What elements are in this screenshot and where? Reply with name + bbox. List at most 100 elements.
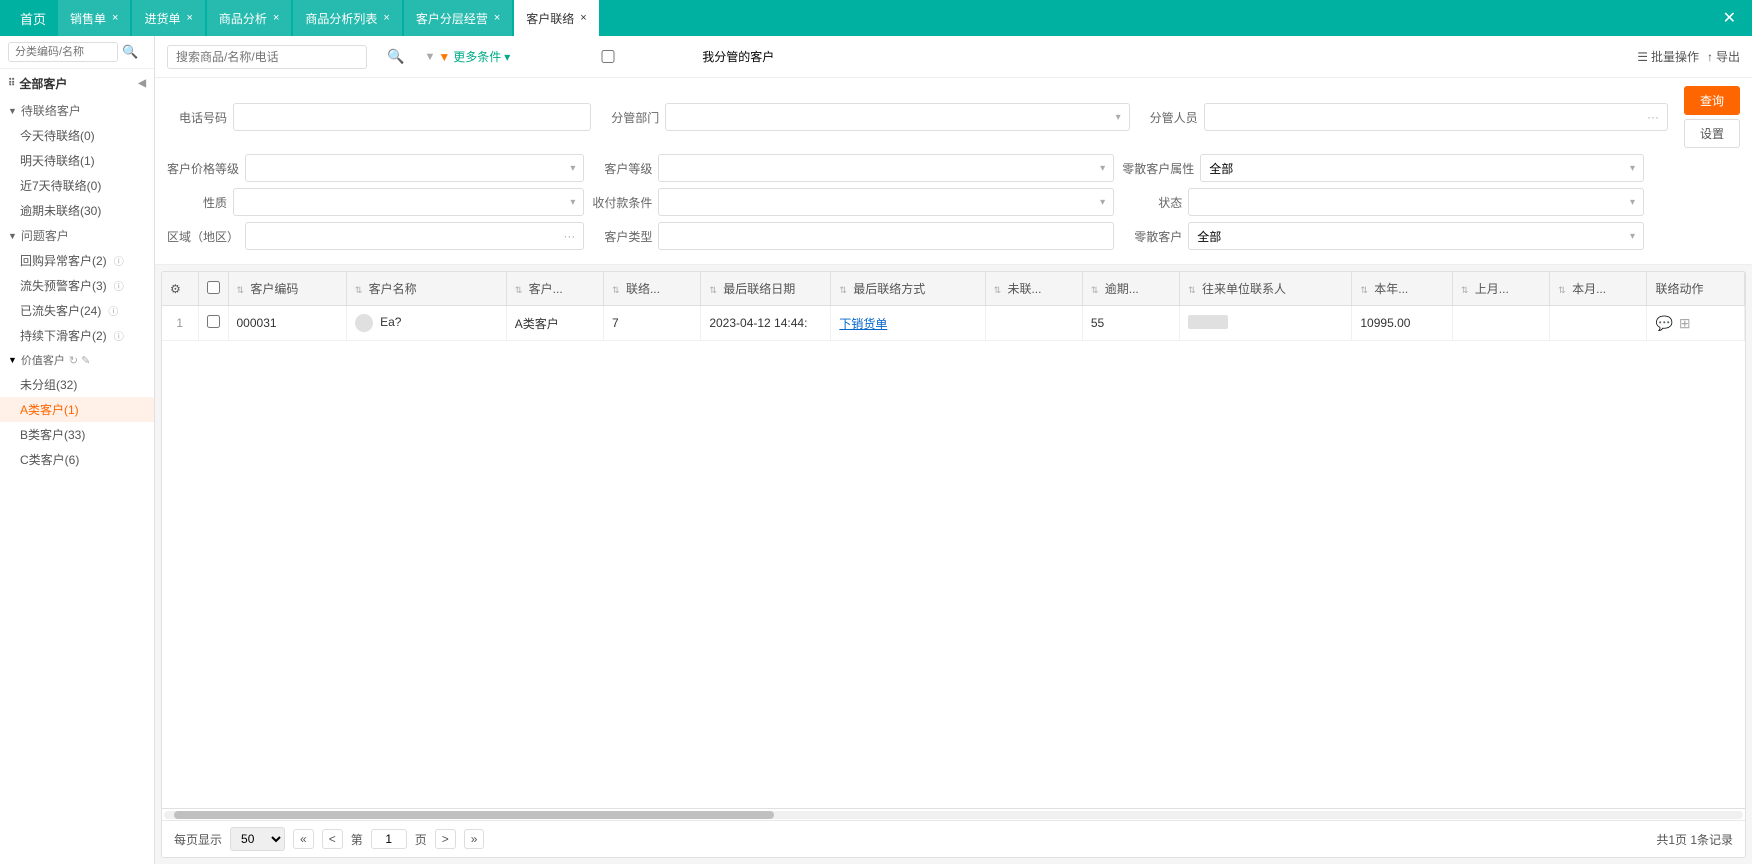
first-page-button[interactable]: « [293,829,314,849]
col-this-year[interactable]: ⇅ 本年... [1352,272,1453,306]
sidebar-item-tomorrow-pending[interactable]: 明天待联络(1) [0,148,154,173]
close-icon[interactable]: × [494,12,500,24]
select-all-checkbox[interactable] [207,281,220,294]
close-icon[interactable]: × [273,12,279,24]
edit-icon[interactable]: ✎ [81,354,90,367]
tab-sales-order[interactable]: 销售单 × [58,0,130,36]
retail-customer-input[interactable]: 全部 ▾ [1188,222,1644,250]
tab-product-analysis-list[interactable]: 商品分析列表 × [293,0,401,36]
horizontal-scrollbar[interactable] [162,808,1745,820]
ellipsis-icon: ··· [1647,110,1659,124]
home-tab[interactable]: 首页 [8,0,58,36]
sidebar-item-class-a[interactable]: A类客户(1) [0,397,154,422]
problem-customers-group[interactable]: ▼ 问题客户 [0,223,154,248]
col-code[interactable]: ⇅ 客户编码 [228,272,346,306]
my-customers-checkbox[interactable] [518,50,698,63]
close-icon[interactable]: × [383,12,389,24]
row-checkbox[interactable] [207,315,220,328]
customer-name-cell[interactable]: Ea? [346,306,506,341]
all-customers-header[interactable]: ⠿ 全部客户 ◀ [0,69,154,98]
message-icon[interactable]: 💬 [1655,315,1672,332]
last-contact-method-link[interactable]: 下销货单 [839,317,887,331]
sidebar-item-churn-warning[interactable]: 流失预警客户(3) ⓘ [0,273,154,298]
close-window-button[interactable]: ✕ [1715,8,1744,28]
col-contact-person[interactable]: ⇅ 往来单位联系人 [1180,272,1352,306]
dept-input[interactable]: ▾ [665,103,1129,131]
tab-customer-contact[interactable]: 客户联络 × [514,0,598,36]
last-page-button[interactable]: » [464,829,485,849]
sidebar-item-class-c[interactable]: C类客户(6) [0,447,154,472]
col-overdue-label: 逾期... [1105,282,1139,296]
col-date-label: 最后联络日期 [723,282,795,296]
retail-attr-input[interactable]: 全部 ▾ [1200,154,1644,182]
page-number-input[interactable] [371,829,407,849]
price-grade-input[interactable]: ▾ [245,154,584,182]
gear-icon[interactable]: ⚙ [170,282,181,296]
sidebar-item-churned[interactable]: 已流失客户(24) ⓘ [0,298,154,323]
sidebar-item-class-b[interactable]: B类客户(33) [0,422,154,447]
tab-customer-stratification[interactable]: 客户分层经营 × [404,0,512,36]
sidebar-item-ungrouped[interactable]: 未分组(32) [0,372,154,397]
sort-icon: ⇅ [515,285,523,295]
export-button[interactable]: ↑ 导出 [1707,48,1740,65]
manager-input[interactable]: ··· [1204,103,1668,131]
col-customer-type[interactable]: ⇅ 客户... [506,272,603,306]
more-filters-label: 更多条件 [453,48,501,65]
customer-type-input[interactable] [658,222,1114,250]
filter-bar: 🔍 ▼ ▼ 更多条件 ▾ 我分管的客户 ☰ 批量操作 ↑ 导出 [155,36,1752,78]
close-icon[interactable]: × [580,12,586,24]
nature-input[interactable]: ▾ [233,188,584,216]
status-input[interactable]: ▾ [1188,188,1644,216]
collapse-icon[interactable]: ◀ [138,78,146,89]
batch-ops-button[interactable]: ☰ 批量操作 [1637,48,1699,65]
search-button[interactable]: 🔍 [375,42,416,71]
search-input[interactable] [167,45,367,69]
category-search-input[interactable] [8,42,118,62]
col-overdue[interactable]: ⇅ 逾期... [1082,272,1179,306]
tab-product-analysis[interactable]: 商品分析 × [207,0,291,36]
sidebar-item-repurchase-anomaly[interactable]: 回购异常客户(2) ⓘ [0,248,154,273]
col-uncontacted[interactable]: ⇅ 未联... [985,272,1082,306]
scrollbar-track[interactable] [164,811,1743,819]
checkbox-header[interactable] [198,272,228,306]
gear-header[interactable]: ⚙ [162,272,198,306]
row-number: 1 [162,306,198,341]
sidebar-item-overdue-pending[interactable]: 逾期未联络(30) [0,198,154,223]
table-header-row: ⚙ ⇅ 客户编码 ⇅ 客户名称 [162,272,1745,306]
query-button[interactable]: 查询 [1684,86,1740,115]
col-last-method[interactable]: ⇅ 最后联络方式 [831,272,985,306]
sidebar-item-7days-pending[interactable]: 近7天待联络(0) [0,173,154,198]
col-last-month[interactable]: ⇅ 上月... [1452,272,1549,306]
next-page-button[interactable]: > [435,829,456,849]
more-filters-button[interactable]: ▼ ▼ 更多条件 ▾ [424,48,510,65]
col-last-date[interactable]: ⇅ 最后联络日期 [701,272,831,306]
info-icon: ⓘ [114,282,124,293]
phone-input[interactable] [233,103,591,131]
customer-code-cell[interactable]: 000031 [228,306,346,341]
payment-input[interactable]: ▾ [658,188,1114,216]
pending-contact-group[interactable]: ▼ 待联络客户 [0,98,154,123]
settings-button[interactable]: 设置 [1684,119,1740,148]
export-label: 导出 [1716,48,1740,65]
tab-purchase-order[interactable]: 进货单 × [132,0,204,36]
close-icon[interactable]: × [112,12,118,24]
last-contact-method-cell[interactable]: 下销货单 [831,306,985,341]
region-input[interactable]: ··· [245,222,584,250]
close-icon[interactable]: × [186,12,192,24]
col-this-month[interactable]: ⇅ 本月... [1550,272,1647,306]
prev-page-button[interactable]: < [322,829,343,849]
col-name[interactable]: ⇅ 客户名称 [346,272,506,306]
sidebar-item-today-pending[interactable]: 今天待联络(0) [0,123,154,148]
scrollbar-thumb[interactable] [174,811,774,819]
per-page-select[interactable]: 50 100 [230,827,285,851]
sidebar-item-declining[interactable]: 持续下滑客户(2) ⓘ [0,323,154,348]
tab-label: 客户联络 [526,10,574,27]
row-checkbox-cell[interactable] [198,306,228,341]
customer-type-value: A类客户 [515,317,559,331]
search-icon[interactable]: 🔍 [122,44,138,60]
col-contact-count[interactable]: ⇅ 联络... [604,272,701,306]
refresh-icon[interactable]: ↻ [69,354,78,367]
my-customers-checkbox-group[interactable]: 我分管的客户 [518,48,774,65]
more-action-icon[interactable]: ⊞ [1679,315,1691,332]
customer-grade-input[interactable]: ▾ [658,154,1114,182]
